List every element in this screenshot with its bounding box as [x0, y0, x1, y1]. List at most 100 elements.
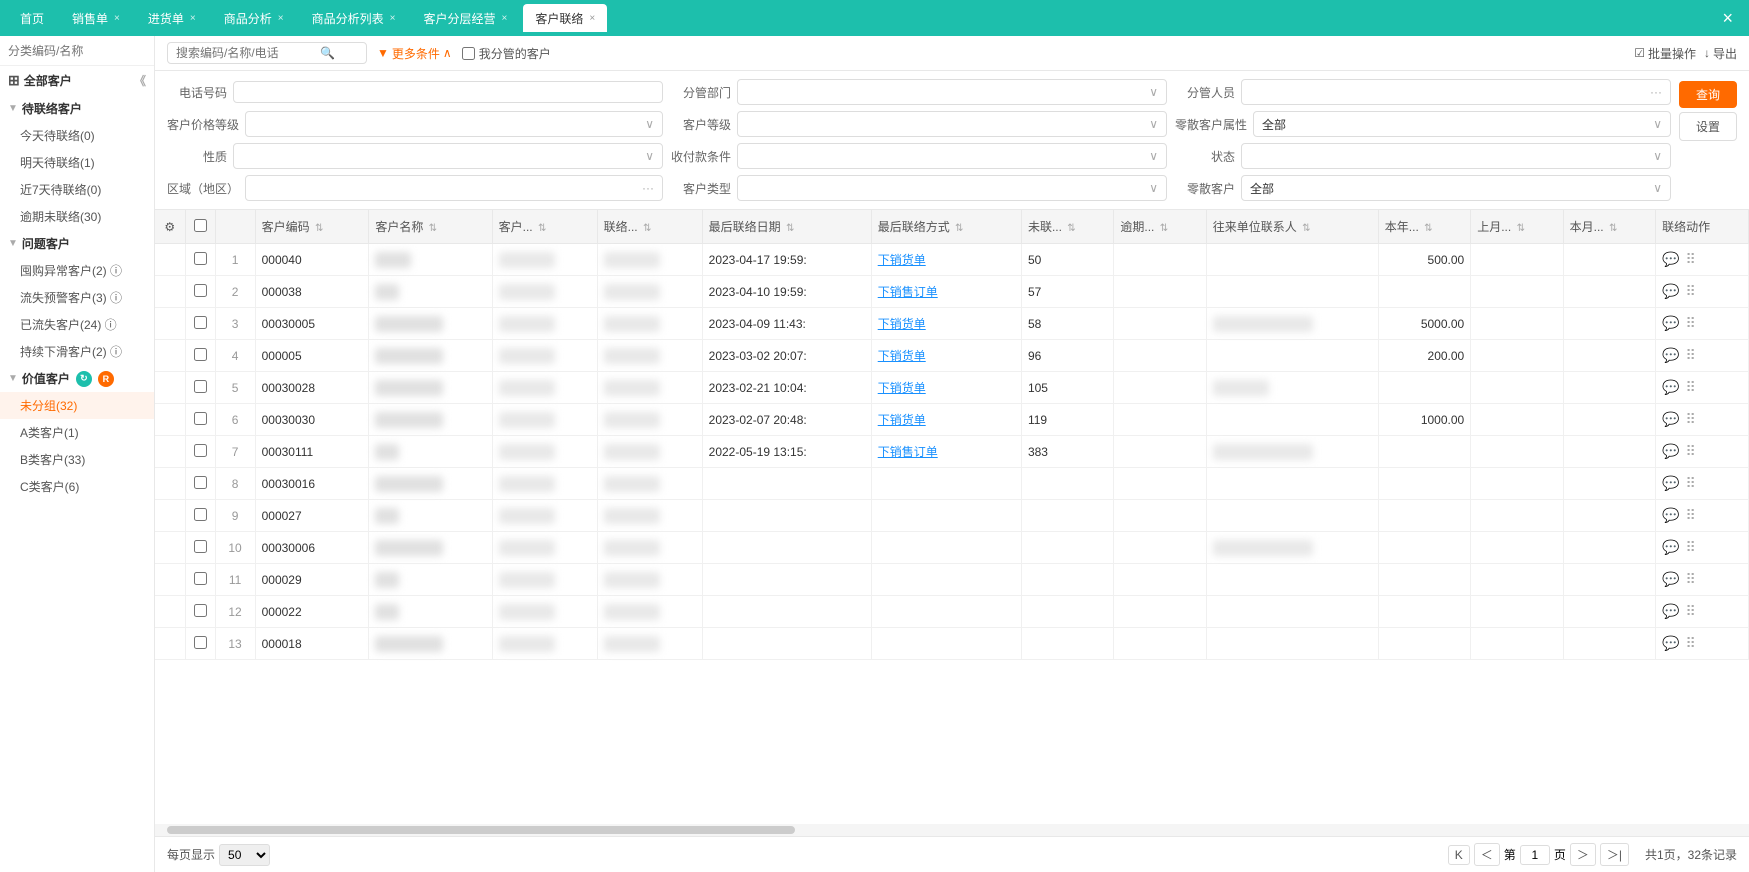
- sort-cp[interactable]: ⇅: [1302, 223, 1310, 234]
- th-type[interactable]: 客户... ⇅: [492, 210, 597, 244]
- tab-goods-analysis-list-close[interactable]: ×: [390, 13, 396, 24]
- sidebar-group-problem[interactable]: ▼ 问题客户: [0, 230, 154, 257]
- sidebar-item-declining[interactable]: 持续下滑客户(2) ⓘ: [0, 338, 154, 365]
- th-last-contact-date[interactable]: 最后联络日期 ⇅: [702, 210, 871, 244]
- sidebar-search-input[interactable]: [8, 44, 155, 58]
- sort-tm[interactable]: ⇅: [1609, 223, 1617, 234]
- cell-last-way[interactable]: 下销售订单: [871, 276, 1021, 308]
- phone-input[interactable]: [233, 81, 663, 103]
- th-checkbox[interactable]: [185, 210, 215, 244]
- more-icon[interactable]: ⠿: [1686, 411, 1696, 428]
- filter-search-box[interactable]: 🔍: [167, 42, 367, 64]
- chat-icon[interactable]: 💬: [1662, 475, 1679, 492]
- row-checkbox[interactable]: [194, 284, 207, 297]
- chat-icon[interactable]: 💬: [1662, 507, 1679, 524]
- scatter-cust-select[interactable]: 全部 ∨: [1241, 175, 1671, 201]
- scatter-attr-select[interactable]: 全部 ∨: [1253, 111, 1671, 137]
- sidebar-item-tomorrow-pending[interactable]: 明天待联络(1): [0, 149, 154, 176]
- tab-customer-contact-close[interactable]: ×: [589, 13, 595, 24]
- chat-icon[interactable]: 💬: [1662, 379, 1679, 396]
- filter-mine[interactable]: 我分管的客户: [462, 45, 551, 62]
- sort-year[interactable]: ⇅: [1424, 223, 1432, 234]
- chat-icon[interactable]: 💬: [1662, 443, 1679, 460]
- more-icon[interactable]: ⠿: [1686, 539, 1696, 556]
- cell-last-way[interactable]: 下销售订单: [871, 436, 1021, 468]
- sidebar-group-value[interactable]: ▼ 价值客户 ↻ R: [0, 365, 154, 392]
- row-checkbox[interactable]: [194, 508, 207, 521]
- th-no-contact[interactable]: 未联... ⇅: [1021, 210, 1113, 244]
- cust-type-select[interactable]: ∨: [737, 175, 1167, 201]
- payment-select[interactable]: ∨: [737, 143, 1167, 169]
- tab-purchase-close[interactable]: ×: [190, 13, 196, 24]
- sort-no-contact[interactable]: ⇅: [1067, 223, 1075, 234]
- sidebar-item-a-class[interactable]: A类客户(1): [0, 419, 154, 446]
- more-icon[interactable]: ⠿: [1686, 347, 1696, 364]
- row-checkbox[interactable]: [194, 604, 207, 617]
- sidebar-item-churned[interactable]: 已流失客户(24) ⓘ: [0, 311, 154, 338]
- tab-goods-analysis-close[interactable]: ×: [278, 13, 284, 24]
- row-checkbox[interactable]: [194, 636, 207, 649]
- sidebar-item-churn-warning[interactable]: 流失预警客户(3) ⓘ: [0, 284, 154, 311]
- cust-grade-select[interactable]: ∨: [737, 111, 1167, 137]
- cell-last-way[interactable]: 下销货单: [871, 404, 1021, 436]
- cell-check[interactable]: [185, 532, 215, 564]
- row-checkbox[interactable]: [194, 316, 207, 329]
- cell-check[interactable]: [185, 404, 215, 436]
- last-page-btn[interactable]: ＞|: [1600, 843, 1629, 866]
- first-page-btn[interactable]: K: [1448, 845, 1470, 865]
- sort-code[interactable]: ⇅: [315, 223, 323, 234]
- horizontal-scrollbar[interactable]: [167, 826, 1737, 834]
- row-checkbox[interactable]: [194, 252, 207, 265]
- th-this-month[interactable]: 本月... ⇅: [1563, 210, 1655, 244]
- sidebar-group-pending[interactable]: ▼ 待联络客户: [0, 95, 154, 122]
- tab-goods-analysis-list[interactable]: 商品分析列表 ×: [300, 4, 408, 32]
- sort-overdue[interactable]: ⇅: [1160, 223, 1168, 234]
- chat-icon[interactable]: 💬: [1662, 571, 1679, 588]
- close-all-tabs[interactable]: ×: [1714, 8, 1741, 29]
- price-grade-select[interactable]: ∨: [245, 111, 663, 137]
- th-contact-person[interactable]: 往来单位联系人 ⇅: [1206, 210, 1378, 244]
- chat-icon[interactable]: 💬: [1662, 539, 1679, 556]
- row-checkbox[interactable]: [194, 380, 207, 393]
- tab-customer-layer[interactable]: 客户分层经营 ×: [411, 4, 519, 32]
- row-checkbox[interactable]: [194, 476, 207, 489]
- tab-purchase[interactable]: 进货单 ×: [136, 4, 208, 32]
- more-icon[interactable]: ⠿: [1686, 475, 1696, 492]
- cell-check[interactable]: [185, 340, 215, 372]
- more-icon[interactable]: ⠿: [1686, 571, 1696, 588]
- cell-last-way[interactable]: 下销货单: [871, 244, 1021, 276]
- query-button[interactable]: 查询: [1679, 81, 1737, 108]
- sort-contact[interactable]: ⇅: [643, 223, 651, 234]
- more-icon[interactable]: ⠿: [1686, 315, 1696, 332]
- more-icon[interactable]: ⠿: [1686, 603, 1696, 620]
- sidebar-item-abnormal[interactable]: 囤购异常客户(2) ⓘ: [0, 257, 154, 284]
- cell-check[interactable]: [185, 276, 215, 308]
- tab-sales-close[interactable]: ×: [114, 13, 120, 24]
- filter-mine-checkbox[interactable]: [462, 47, 475, 60]
- th-contact[interactable]: 联络... ⇅: [597, 210, 702, 244]
- cell-last-way[interactable]: 下销货单: [871, 308, 1021, 340]
- sidebar-all-customers[interactable]: ⊞ 全部客户 《: [0, 66, 154, 95]
- more-icon[interactable]: ⠿: [1686, 379, 1696, 396]
- tab-goods-analysis[interactable]: 商品分析 ×: [212, 4, 296, 32]
- row-checkbox[interactable]: [194, 444, 207, 457]
- prev-page-btn[interactable]: ＜: [1474, 843, 1500, 866]
- tab-home[interactable]: 首页: [8, 4, 56, 32]
- sidebar-search-box[interactable]: 🔍: [0, 36, 154, 66]
- filter-search-input[interactable]: [176, 46, 316, 60]
- th-this-year[interactable]: 本年... ⇅: [1378, 210, 1470, 244]
- th-last-month[interactable]: 上月... ⇅: [1471, 210, 1563, 244]
- sort-lm[interactable]: ⇅: [1517, 223, 1525, 234]
- more-icon[interactable]: ⠿: [1686, 251, 1696, 268]
- chat-icon[interactable]: 💬: [1662, 603, 1679, 620]
- cell-check[interactable]: [185, 372, 215, 404]
- chat-icon[interactable]: 💬: [1662, 283, 1679, 300]
- batch-operation-btn[interactable]: ☑ 批量操作: [1634, 45, 1696, 62]
- sidebar-item-today-pending[interactable]: 今天待联络(0): [0, 122, 154, 149]
- export-btn[interactable]: ↓ 导出: [1704, 45, 1737, 62]
- more-icon[interactable]: ⠿: [1686, 283, 1696, 300]
- cell-check[interactable]: [185, 436, 215, 468]
- chat-icon[interactable]: 💬: [1662, 315, 1679, 332]
- sidebar-item-overdue[interactable]: 逾期未联络(30): [0, 203, 154, 230]
- row-checkbox[interactable]: [194, 572, 207, 585]
